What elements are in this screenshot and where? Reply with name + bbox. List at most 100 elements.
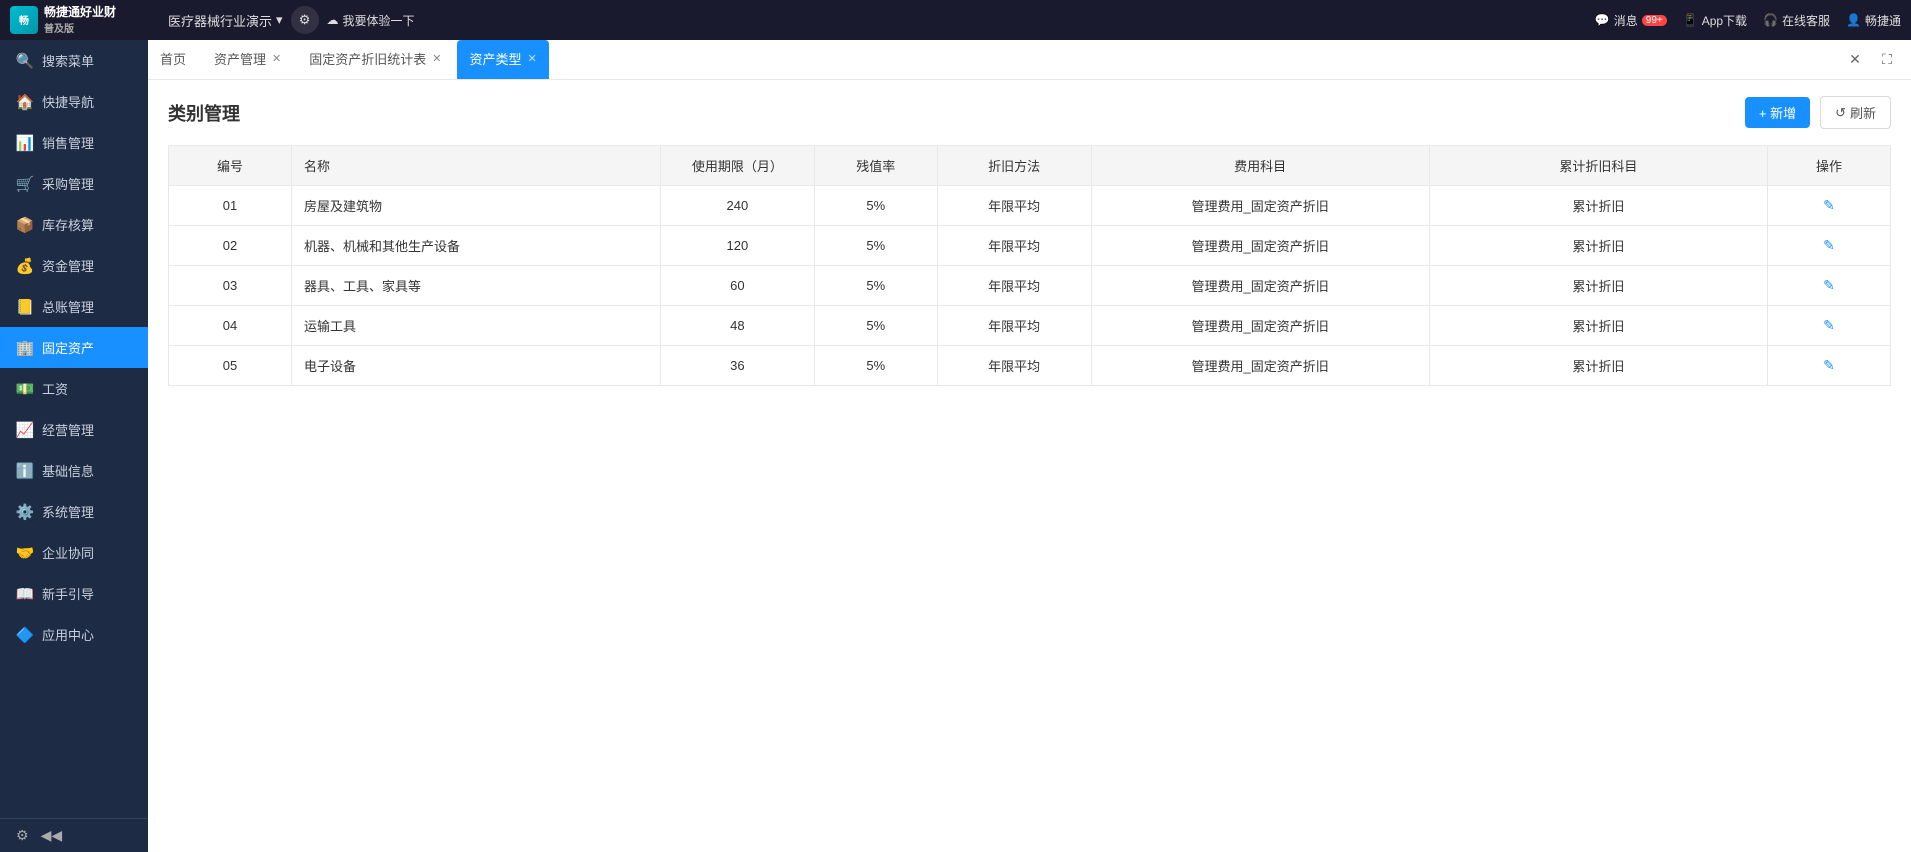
cell-accum-0[interactable]: 累计折旧 [1429,186,1767,226]
cell-accum-3[interactable]: 累计折旧 [1429,306,1767,346]
tab-close-all-button[interactable]: ✕ [1843,48,1867,72]
sidebar-item-inventory[interactable]: 📦 库存核算 [0,204,148,245]
sidebar-item-system[interactable]: ⚙️ 系统管理 [0,491,148,532]
sidebar-label-business: 经营管理 [42,420,94,439]
search-icon: 🔍 [16,52,34,70]
cell-accum-2[interactable]: 累计折旧 [1429,266,1767,306]
page-title: 类别管理 [168,100,240,126]
sidebar-item-search[interactable]: 🔍 搜索菜单 [0,40,148,81]
cell-period-2: 60 [661,266,815,306]
edit-button-0[interactable]: ✎ [1823,197,1835,213]
sidebar-item-business[interactable]: 📈 经营管理 [0,409,148,450]
business-icon: 📈 [16,421,34,439]
app-icon: 📱 [1683,13,1698,27]
sidebar-label-purchase: 采购管理 [42,174,94,193]
guide-icon: 📖 [16,585,34,603]
sidebar-item-quicknav[interactable]: 🏠 快捷导航 [0,81,148,122]
cell-code-1: 02 [169,226,292,266]
sidebar-item-capital[interactable]: 💰 资金管理 [0,245,148,286]
sidebar-item-ledger[interactable]: 📒 总账管理 [0,286,148,327]
sidebar-item-guide[interactable]: 📖 新手引导 [0,573,148,614]
tab-expand-button[interactable]: ⛶ [1875,48,1899,72]
company-selector[interactable]: 医疗器械行业演示 ▾ [168,11,283,30]
tab-depreciation-close[interactable]: ✕ [432,52,441,65]
sidebar-item-basic[interactable]: ℹ️ 基础信息 [0,450,148,491]
col-header-residual: 残值率 [814,146,937,186]
main-layout: 🔍 搜索菜单 🏠 快捷导航 📊 销售管理 🛒 采购管理 📦 库存核算 💰 资金管… [0,40,1911,852]
enterprise-icon: 🤝 [16,544,34,562]
tab-asset-type-label: 资产类型 [469,49,521,68]
col-header-expense: 费用科目 [1091,146,1429,186]
feedback-button[interactable]: ☁ 我要体验一下 [327,12,415,29]
col-header-period: 使用期限（月） [661,146,815,186]
sidebar-label-search: 搜索菜单 [42,51,94,70]
cell-name-3[interactable]: 运输工具 [292,306,661,346]
cell-residual-4: 5% [814,346,937,386]
sidebar-item-salary[interactable]: 💵 工资 [0,368,148,409]
sidebar-item-enterprise[interactable]: 🤝 企业协同 [0,532,148,573]
table-row: 04 运输工具 48 5% 年限平均 管理费用_固定资产折旧 累计折旧 ✎ [169,306,1891,346]
cell-period-3: 48 [661,306,815,346]
message-button[interactable]: 💬 消息 99+ [1595,12,1667,29]
feedback-label: 我要体验一下 [343,12,415,29]
tab-home[interactable]: 首页 [160,40,198,79]
online-service-button[interactable]: 🎧 在线客服 [1763,12,1830,29]
sidebar-label-capital: 资金管理 [42,256,94,275]
edit-button-4[interactable]: ✎ [1823,357,1835,373]
cell-accum-1[interactable]: 累计折旧 [1429,226,1767,266]
sidebar-label-basic: 基础信息 [42,461,94,480]
logo-text: 畅捷通好业财 [44,5,116,19]
capital-icon: 💰 [16,257,34,275]
sidebar-label-fixed: 固定资产 [42,338,94,357]
cell-expense-3: 管理费用_固定资产折旧 [1091,306,1429,346]
sidebar-item-purchase[interactable]: 🛒 采购管理 [0,163,148,204]
edit-button-2[interactable]: ✎ [1823,277,1835,293]
tab-asset-mgmt-close[interactable]: ✕ [272,52,281,65]
cell-name-1[interactable]: 机器、机械和其他生产设备 [292,226,661,266]
refresh-button[interactable]: ↺ 刷新 [1820,96,1891,129]
sidebar-item-fixed[interactable]: 🏢 固定资产 [0,327,148,368]
tab-home-label: 首页 [160,49,186,68]
edit-button-3[interactable]: ✎ [1823,317,1835,333]
new-button[interactable]: + 新增 [1745,97,1810,128]
col-header-op: 操作 [1768,146,1891,186]
settings-footer-icon[interactable]: ⚙ [16,827,29,844]
edit-button-1[interactable]: ✎ [1823,237,1835,253]
user-label: 畅捷通 [1865,12,1901,29]
cell-name-2[interactable]: 器具、工具、家具等 [292,266,661,306]
table-row: 01 房屋及建筑物 240 5% 年限平均 管理费用_固定资产折旧 累计折旧 ✎ [169,186,1891,226]
refresh-label: 刷新 [1850,103,1876,122]
topbar: 畅 畅捷通好业财 普及版 医疗器械行业演示 ▾ ⚙ ☁ 我要体验一下 💬 消息 … [0,0,1911,40]
logo-sub: 普及版 [44,20,116,35]
salary-icon: 💵 [16,380,34,398]
app-download-button[interactable]: 📱 App下载 [1683,12,1747,29]
settings-button[interactable]: ⚙ [291,6,319,34]
tab-asset-mgmt[interactable]: 资产管理 ✕ [202,40,293,79]
sidebar-footer: ⚙ ◀◀ [0,818,148,852]
sidebar-label-system: 系统管理 [42,502,94,521]
sidebar-item-sales[interactable]: 📊 销售管理 [0,122,148,163]
cell-residual-2: 5% [814,266,937,306]
collapse-icon[interactable]: ◀◀ [41,827,63,844]
sidebar-item-apps[interactable]: 🔷 应用中心 [0,614,148,655]
logo: 畅 畅捷通好业财 普及版 [10,5,158,34]
tab-asset-type[interactable]: 资产类型 ✕ [457,40,548,79]
cell-name-0[interactable]: 房屋及建筑物 [292,186,661,226]
sidebar-label-guide: 新手引导 [42,584,94,603]
ledger-icon: 📒 [16,298,34,316]
cell-expense-2: 管理费用_固定资产折旧 [1091,266,1429,306]
cell-code-2: 03 [169,266,292,306]
page-content: 类别管理 + 新增 ↺ 刷新 编号 名称 使用期限（月） 残值率 [148,80,1911,852]
tab-depreciation-label: 固定资产折旧统计表 [309,49,426,68]
tab-depreciation[interactable]: 固定资产折旧统计表 ✕ [297,40,453,79]
tab-asset-type-close[interactable]: ✕ [528,52,537,65]
cell-name-4[interactable]: 电子设备 [292,346,661,386]
content-area: 首页 资产管理 ✕ 固定资产折旧统计表 ✕ 资产类型 ✕ ✕ ⛶ [148,40,1911,852]
tab-bar: 首页 资产管理 ✕ 固定资产折旧统计表 ✕ 资产类型 ✕ ✕ ⛶ [148,40,1911,80]
user-button[interactable]: 👤 畅捷通 [1846,12,1901,29]
table-row: 05 电子设备 36 5% 年限平均 管理费用_固定资产折旧 累计折旧 ✎ [169,346,1891,386]
cell-accum-4[interactable]: 累计折旧 [1429,346,1767,386]
sidebar-label-quicknav: 快捷导航 [42,92,94,111]
cell-residual-0: 5% [814,186,937,226]
cell-expense-1: 管理费用_固定资产折旧 [1091,226,1429,266]
